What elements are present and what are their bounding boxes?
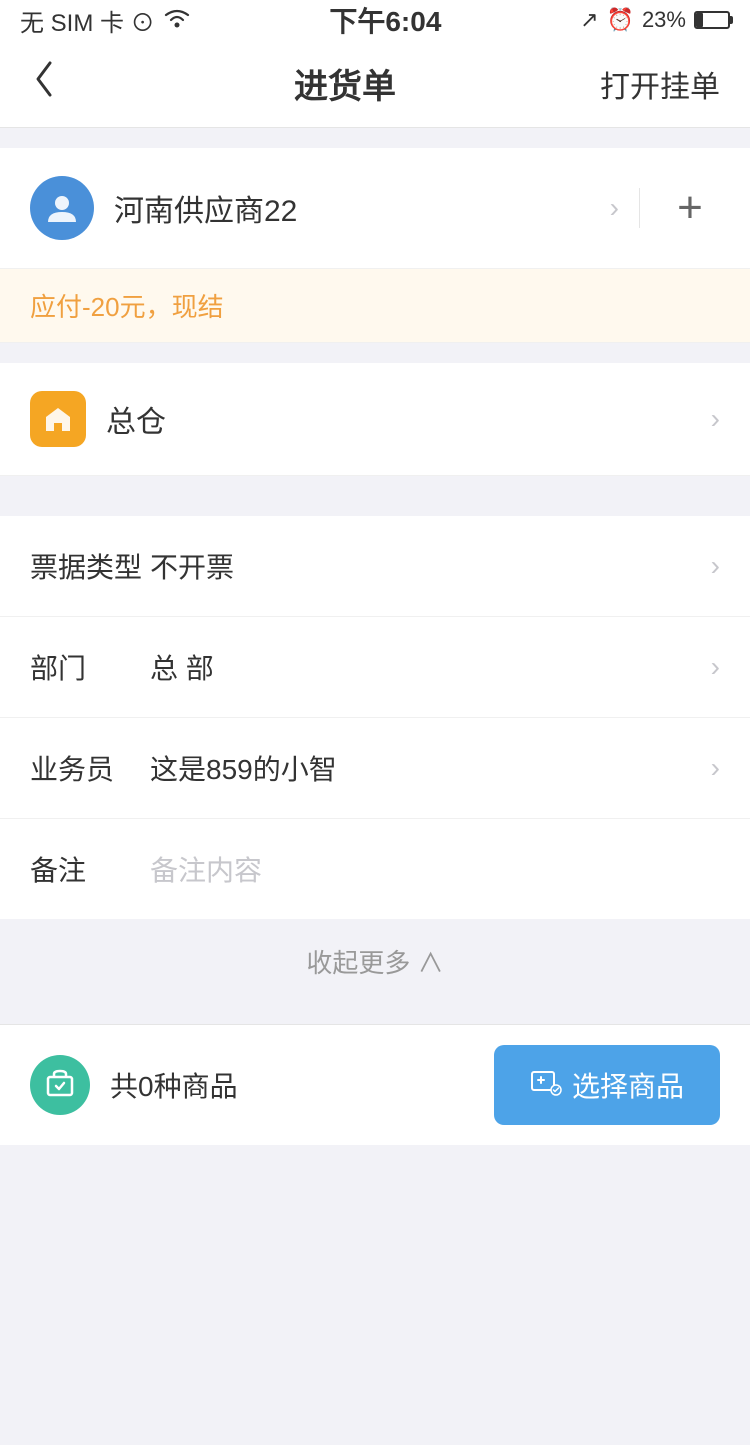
section-gap-1 xyxy=(0,128,750,148)
collapse-bar[interactable]: 收起更多 ∧ xyxy=(0,919,750,1004)
add-supplier-button[interactable]: + xyxy=(660,183,720,233)
select-product-icon xyxy=(530,1068,562,1103)
status-time: 下午6:04 xyxy=(329,0,441,40)
dept-value: 总 部 xyxy=(150,647,711,687)
nav-bar: 进货单 打开挂单 xyxy=(0,40,750,128)
form-section: 票据类型 不开票 › 部门 总 部 › 业务员 这是859的小智 › 备注 备注… xyxy=(0,516,750,919)
status-bar: 无 SIM 卡 ⊙ 下午6:04 ↗ ⏰ 23% xyxy=(0,0,750,40)
status-left: 无 SIM 卡 ⊙ xyxy=(20,3,191,38)
product-icon xyxy=(30,1055,90,1115)
remark-row[interactable]: 备注 备注内容 xyxy=(0,819,750,919)
divider xyxy=(639,188,640,228)
remark-label: 备注 xyxy=(30,849,150,889)
salesman-value: 这是859的小智 xyxy=(150,748,711,788)
salesman-chevron-icon: › xyxy=(711,752,720,784)
footer-bar: 共0种商品 选择商品 xyxy=(0,1024,750,1145)
warehouse-section: 总仓 › xyxy=(0,363,750,476)
page-title: 进货单 xyxy=(294,59,396,108)
section-gap-4 xyxy=(0,1004,750,1024)
dept-label: 部门 xyxy=(30,647,150,687)
warehouse-row[interactable]: 总仓 › xyxy=(0,363,750,476)
dept-chevron-icon: › xyxy=(711,651,720,683)
supplier-chevron-icon: › xyxy=(610,192,619,224)
back-button[interactable] xyxy=(30,57,90,111)
salesman-label: 业务员 xyxy=(30,748,150,788)
ticket-type-value: 不开票 xyxy=(150,546,711,586)
select-product-button[interactable]: 选择商品 xyxy=(494,1045,720,1125)
product-count: 共0种商品 xyxy=(110,1065,494,1105)
select-product-label: 选择商品 xyxy=(572,1065,684,1105)
ticket-type-chevron-icon: › xyxy=(711,550,720,582)
bottom-area xyxy=(0,1145,750,1445)
supplier-row[interactable]: 河南供应商22 › + xyxy=(0,148,750,269)
wifi-icon xyxy=(163,6,191,35)
location-icon: ↗ xyxy=(580,7,598,33)
supplier-avatar xyxy=(30,176,94,240)
alarm-icon: ⏰ xyxy=(607,7,634,33)
warehouse-icon xyxy=(30,391,86,447)
ticket-type-row[interactable]: 票据类型 不开票 › xyxy=(0,516,750,617)
warehouse-name: 总仓 xyxy=(106,397,711,441)
battery-percent: 23% xyxy=(642,7,686,33)
salesman-row[interactable]: 业务员 这是859的小智 › xyxy=(0,718,750,819)
section-gap-3 xyxy=(0,476,750,496)
warehouse-chevron-icon: › xyxy=(711,403,720,435)
supplier-notice: 应付-20元，现结 xyxy=(0,269,750,343)
status-right: ↗ ⏰ 23% xyxy=(580,7,730,33)
supplier-section: 河南供应商22 › + 应付-20元，现结 xyxy=(0,148,750,343)
supplier-name: 河南供应商22 xyxy=(114,186,610,230)
ticket-type-label: 票据类型 xyxy=(30,546,150,586)
section-gap-2 xyxy=(0,343,750,363)
battery-icon xyxy=(694,11,730,29)
sim-label: 无 SIM 卡 ⊙ xyxy=(20,3,155,38)
dept-row[interactable]: 部门 总 部 › xyxy=(0,617,750,718)
remark-input[interactable]: 备注内容 xyxy=(150,849,720,889)
open-pending-button[interactable]: 打开挂单 xyxy=(600,62,720,106)
